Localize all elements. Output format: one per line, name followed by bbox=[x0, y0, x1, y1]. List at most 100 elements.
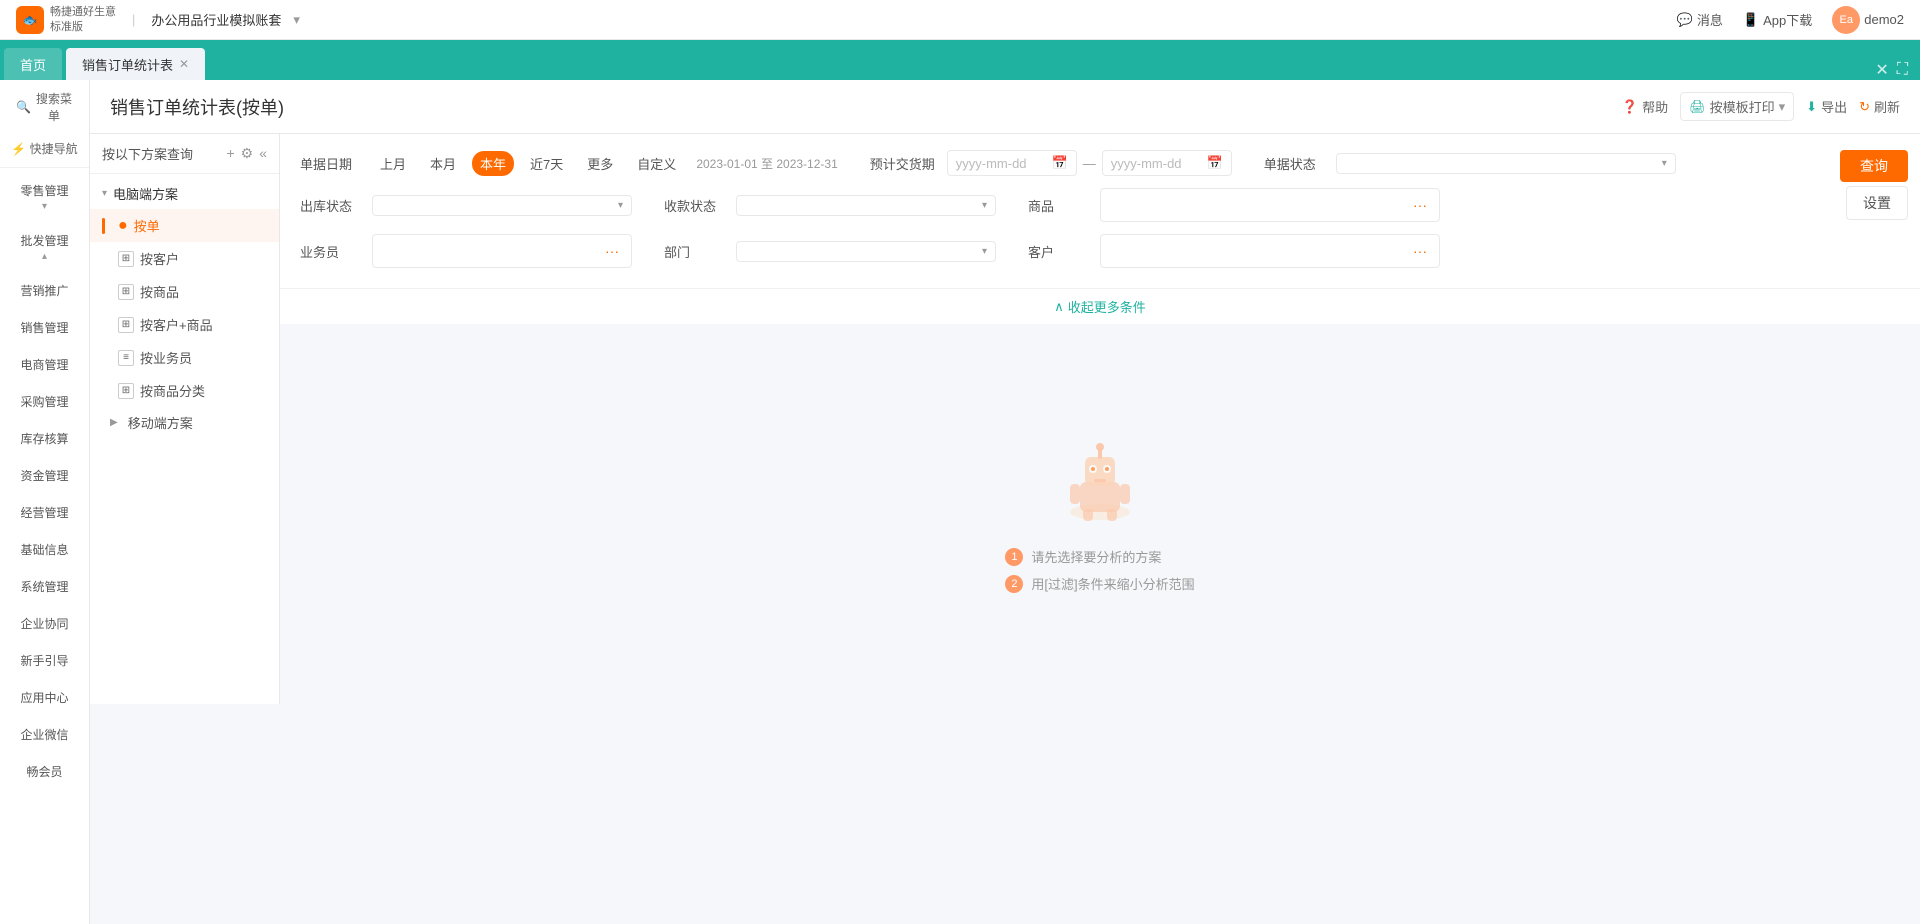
app-download-button[interactable]: 📱 App下载 bbox=[1743, 10, 1812, 29]
calendar-icon-end: 📅 bbox=[1207, 155, 1223, 171]
department-select[interactable]: ▾ bbox=[736, 241, 996, 262]
scheme-group-mobile-header[interactable]: ▶ 移动端方案 bbox=[90, 407, 279, 438]
sidebar-item-wholesale[interactable]: 批发管理 ▴ bbox=[0, 222, 89, 272]
template-print-button[interactable]: 🖨 按模板打印 ▾ bbox=[1680, 92, 1794, 121]
export-icon: ⬇ bbox=[1806, 99, 1817, 115]
scheme-panel-header: 按以下方案查询 + ⚙ « bbox=[90, 134, 279, 174]
empty-hint-1: 1 请先选择要分析的方案 bbox=[1005, 547, 1194, 566]
export-button[interactable]: ⬇ 导出 bbox=[1806, 97, 1847, 116]
scheme-collapse-icon[interactable]: « bbox=[259, 145, 267, 162]
more-btn[interactable]: 更多 bbox=[579, 151, 621, 176]
sidebar-item-enterprise[interactable]: 企业协同 bbox=[0, 605, 89, 642]
tab-close-all-icon[interactable]: ✕ bbox=[1875, 60, 1888, 80]
last-month-btn[interactable]: 上月 bbox=[372, 151, 414, 176]
sidebar-item-inventory[interactable]: 库存核算 bbox=[0, 420, 89, 457]
tab-sales-order-stats-label: 销售订单统计表 bbox=[82, 55, 173, 74]
scheme-item-by-salesperson[interactable]: ≡ 按业务员 bbox=[90, 341, 279, 374]
salesperson-dots-icon[interactable]: ··· bbox=[601, 239, 623, 263]
scheme-panel: 按以下方案查询 + ⚙ « ▾ 电脑端方案 ● bbox=[90, 134, 280, 704]
scheme-item-product-icon: ⊞ bbox=[118, 284, 134, 300]
payment-status-select[interactable]: ▾ bbox=[736, 195, 996, 216]
tabbar: 首页 销售订单统计表 ✕ ✕ ⛶ bbox=[0, 40, 1920, 80]
scheme-group-desktop-header[interactable]: ▾ 电脑端方案 bbox=[90, 178, 279, 209]
scheme-panel-title: 按以下方案查询 bbox=[102, 144, 220, 163]
sidebar-item-ecommerce[interactable]: 电商管理 bbox=[0, 346, 89, 383]
download-icon: 📱 bbox=[1743, 12, 1759, 28]
custom-btn[interactable]: 自定义 bbox=[629, 151, 684, 176]
empty-hint-2: 2 用[过滤]条件来缩小分析范围 bbox=[1005, 574, 1194, 593]
empty-icon bbox=[1050, 427, 1150, 527]
sidebar-item-wechat[interactable]: 企业微信 bbox=[0, 716, 89, 753]
message-icon: 💬 bbox=[1677, 12, 1693, 28]
last-7days-btn[interactable]: 近7天 bbox=[522, 151, 571, 176]
tab-close-icon[interactable]: ✕ bbox=[179, 57, 189, 71]
date-label: 单据日期 bbox=[300, 154, 360, 173]
template-print-dropdown-icon: ▾ bbox=[1779, 99, 1786, 115]
scheme-item-by-cust-prod[interactable]: ⊞ 按客户+商品 bbox=[90, 308, 279, 341]
user-menu-button[interactable]: Ea demo2 bbox=[1832, 6, 1904, 34]
bill-status-select[interactable]: ▾ bbox=[1336, 153, 1676, 174]
page-header: 销售订单统计表(按单) ❓ 帮助 🖨 按模板打印 ▾ ⬇ 导出 ↻ 刷新 bbox=[90, 80, 1920, 134]
scheme-list: ▾ 电脑端方案 ● 按单 ⊞ 按客户 ⊞ 按商品 bbox=[90, 174, 279, 442]
query-button[interactable]: 查询 bbox=[1840, 150, 1908, 182]
scheme-item-by-product[interactable]: ⊞ 按商品 bbox=[90, 275, 279, 308]
expected-delivery-end[interactable]: yyyy-mm-dd 📅 bbox=[1102, 150, 1232, 176]
sidebar-item-retail[interactable]: 零售管理 ▾ bbox=[0, 172, 89, 222]
this-year-btn[interactable]: 本年 bbox=[472, 151, 514, 176]
calendar-icon-start: 📅 bbox=[1052, 155, 1068, 171]
bill-status-dropdown-icon: ▾ bbox=[1662, 158, 1667, 169]
tab-home[interactable]: 首页 bbox=[4, 48, 62, 80]
product-input[interactable]: ··· bbox=[1100, 188, 1440, 222]
empty-robot-svg bbox=[1050, 427, 1150, 527]
collapse-label: 收起更多条件 bbox=[1068, 297, 1146, 316]
filter-row-1: 单据日期 上月 本月 本年 近7天 更多 自定义 2023-01-01 至 20… bbox=[300, 150, 1820, 176]
sidebar-item-guide[interactable]: 新手引导 bbox=[0, 642, 89, 679]
scheme-item-by-product-category[interactable]: ⊞ 按商品分类 bbox=[90, 374, 279, 407]
filter-action-row: 单据日期 上月 本月 本年 近7天 更多 自定义 2023-01-01 至 20… bbox=[280, 134, 1920, 288]
this-month-btn[interactable]: 本月 bbox=[422, 151, 464, 176]
sidebar: 🔍 搜索菜单 ⚡ 快捷导航 零售管理 ▾ 批发管理 ▴ 营销推广 销售管理 电商… bbox=[0, 80, 90, 924]
scheme-item-by-order[interactable]: ● 按单 bbox=[90, 209, 279, 242]
sidebar-search-button[interactable]: 🔍 搜索菜单 bbox=[8, 86, 81, 128]
sidebar-item-marketing[interactable]: 营销推广 bbox=[0, 272, 89, 309]
sidebar-item-sales[interactable]: 销售管理 bbox=[0, 309, 89, 346]
sidebar-item-app-center[interactable]: 应用中心 bbox=[0, 679, 89, 716]
product-dots-icon[interactable]: ··· bbox=[1409, 193, 1431, 217]
page-title: 销售订单统计表(按单) bbox=[110, 94, 284, 120]
customer-input[interactable]: ··· bbox=[1100, 234, 1440, 268]
print-icon: 🖨 bbox=[1689, 99, 1706, 115]
tab-expand-icon[interactable]: ⛶ bbox=[1897, 61, 1908, 79]
sidebar-item-operations[interactable]: 经营管理 bbox=[0, 494, 89, 531]
scheme-item-by-customer[interactable]: ⊞ 按客户 bbox=[90, 242, 279, 275]
scheme-edit-icon[interactable]: ⚙ bbox=[241, 145, 254, 162]
empty-state: 1 请先选择要分析的方案 2 用[过滤]条件来缩小分析范围 bbox=[280, 324, 1920, 704]
logo-area: 🐟 畅捷通好生意 标准版 bbox=[16, 5, 116, 34]
refresh-button[interactable]: ↻ 刷新 bbox=[1859, 97, 1900, 116]
sidebar-item-purchase[interactable]: 采购管理 bbox=[0, 383, 89, 420]
delivery-status-select[interactable]: ▾ bbox=[372, 195, 632, 216]
tab-sales-order-stats[interactable]: 销售订单统计表 ✕ bbox=[66, 48, 205, 80]
scheme-add-icon[interactable]: + bbox=[226, 145, 234, 162]
scheme-item-salesperson-icon: ≡ bbox=[118, 350, 134, 366]
expected-delivery-start[interactable]: yyyy-mm-dd 📅 bbox=[947, 150, 1077, 176]
topbar-left: 🐟 畅捷通好生意 标准版 | 办公用品行业模拟账套 ▾ bbox=[16, 5, 300, 34]
sidebar-item-system[interactable]: 系统管理 bbox=[0, 568, 89, 605]
settings-button[interactable]: 设置 bbox=[1846, 186, 1908, 220]
scheme-group-desktop-arrow: ▾ bbox=[102, 188, 107, 199]
app-dropdown-icon[interactable]: ▾ bbox=[293, 12, 300, 28]
refresh-icon: ↻ bbox=[1859, 99, 1870, 115]
filter-row-3: 业务员 ··· 部门 ▾ 客户 bbox=[300, 234, 1820, 268]
topbar-right: 💬 消息 📱 App下载 Ea demo2 bbox=[1677, 6, 1904, 34]
sidebar-item-member[interactable]: 畅会员 bbox=[0, 753, 89, 790]
salesperson-input[interactable]: ··· bbox=[372, 234, 632, 268]
payment-status-label: 收款状态 bbox=[664, 196, 724, 215]
message-button[interactable]: 💬 消息 bbox=[1677, 10, 1723, 29]
customer-dots-icon[interactable]: ··· bbox=[1409, 239, 1431, 263]
collapse-row[interactable]: ∧ 收起更多条件 bbox=[280, 288, 1920, 324]
help-button[interactable]: ❓ 帮助 bbox=[1622, 97, 1668, 116]
quick-nav-button[interactable]: ⚡ 快捷导航 bbox=[0, 134, 89, 163]
scheme-group-desktop: ▾ 电脑端方案 ● 按单 ⊞ 按客户 ⊞ 按商品 bbox=[90, 178, 279, 407]
sidebar-item-finance[interactable]: 资金管理 bbox=[0, 457, 89, 494]
date-range: 上月 本月 本年 近7天 更多 自定义 2023-01-01 至 2023-12… bbox=[372, 151, 838, 176]
sidebar-item-base[interactable]: 基础信息 bbox=[0, 531, 89, 568]
